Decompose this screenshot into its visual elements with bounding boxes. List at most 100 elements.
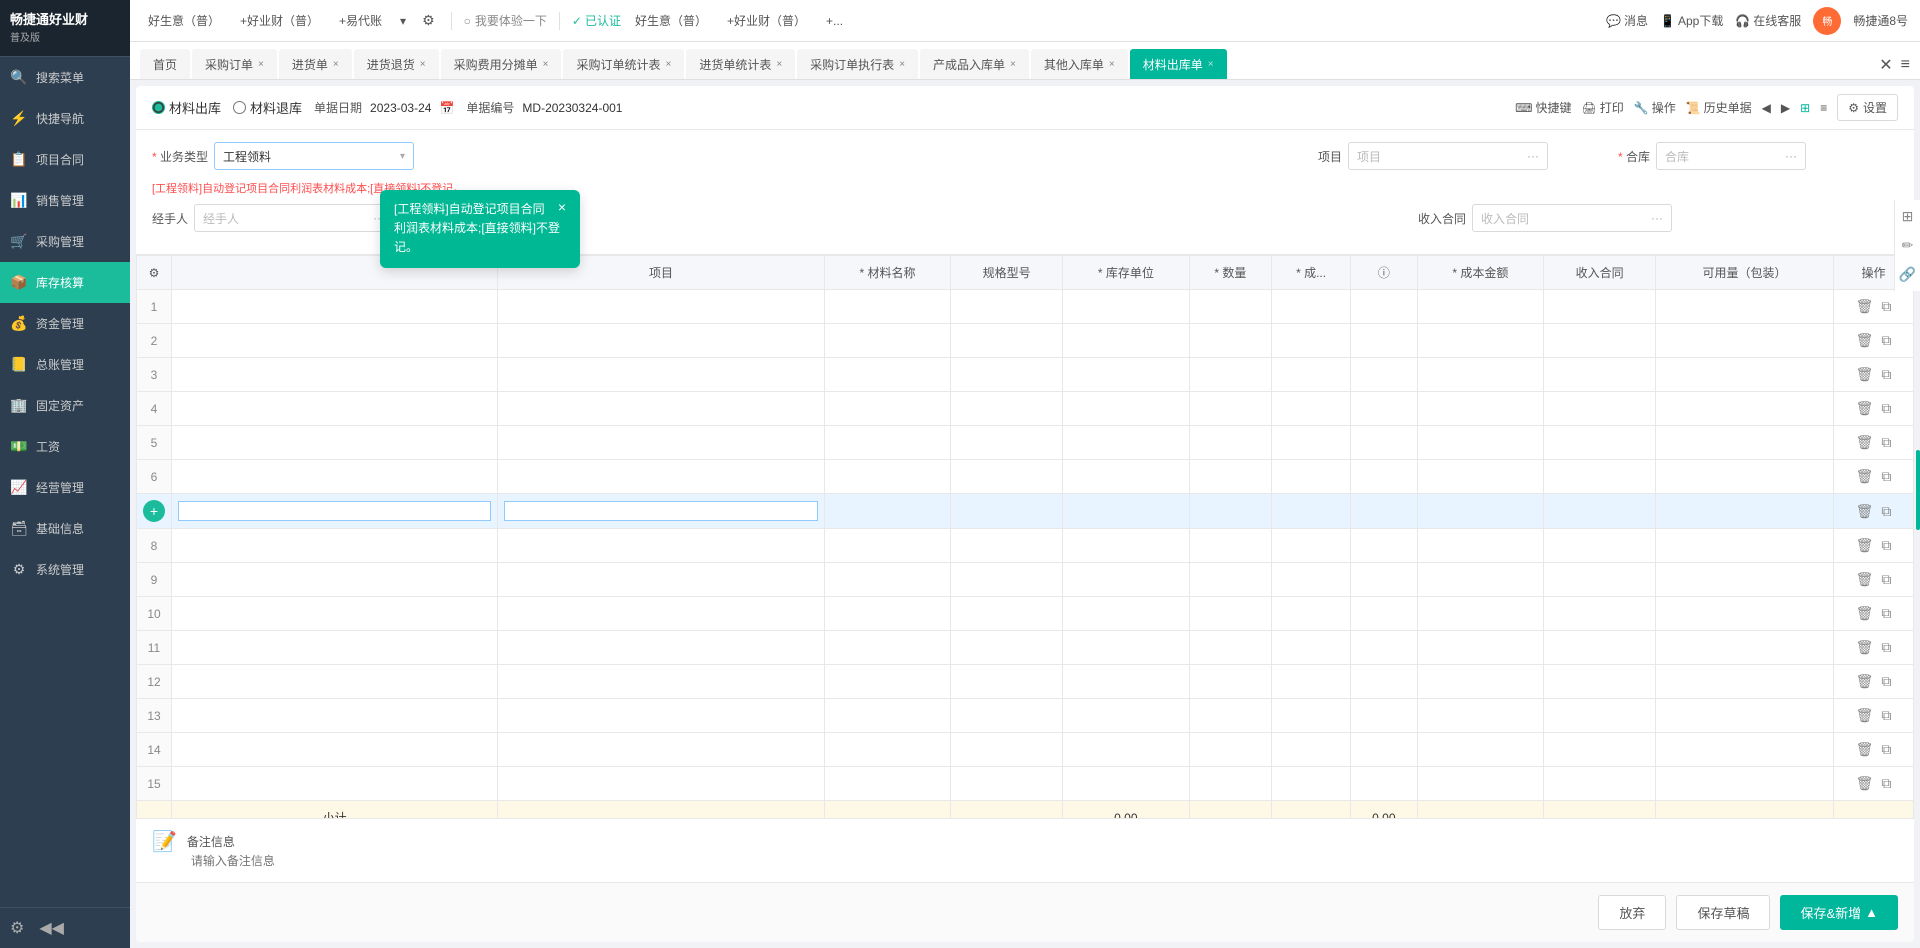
close-icon[interactable]: × xyxy=(543,59,549,70)
topbar-nav-haoshengyi[interactable]: 好生意（普） xyxy=(142,8,226,33)
save-new-button[interactable]: 保存&新增 ▲ xyxy=(1780,895,1898,930)
delete-row-button[interactable]: 🗑 xyxy=(1854,432,1876,453)
delete-row-button[interactable]: 🗑 xyxy=(1854,637,1876,658)
close-all-icon[interactable]: ✕ xyxy=(1879,55,1892,75)
delete-row-button[interactable]: 🗑 xyxy=(1854,296,1876,317)
username[interactable]: 畅捷通8号 xyxy=(1853,12,1908,29)
tab-purchase-in[interactable]: 进货单× xyxy=(279,49,352,79)
row-input[interactable] xyxy=(504,501,817,521)
radio-material-return[interactable]: 材料退库 xyxy=(233,98,302,117)
copy-row-button[interactable]: ⧉ xyxy=(1879,739,1893,760)
sidebar-item-assets[interactable]: 🏢 固定资产 xyxy=(0,385,130,426)
delete-row-button[interactable]: 🗑 xyxy=(1854,501,1876,522)
topbar-nav-more[interactable]: ▾ xyxy=(396,10,410,32)
right-panel-icon1[interactable]: ⊞ xyxy=(1902,208,1914,225)
sidebar-item-search[interactable]: 🔍 搜索菜单 xyxy=(0,57,130,98)
copy-row-button[interactable]: ⧉ xyxy=(1879,296,1893,317)
copy-row-button[interactable]: ⧉ xyxy=(1879,535,1893,556)
calendar-icon[interactable]: 📅 xyxy=(439,101,454,115)
print-button[interactable]: 🖨 打印 xyxy=(1581,99,1623,116)
handler-select[interactable]: 经手人 ··· xyxy=(194,204,394,232)
delete-row-button[interactable]: 🗑 xyxy=(1854,535,1876,556)
tab-purchase-fee[interactable]: 采购费用分摊单× xyxy=(441,49,562,79)
sidebar-item-payroll[interactable]: 💵 工资 xyxy=(0,426,130,467)
close-icon[interactable]: × xyxy=(1010,59,1016,70)
sidebar-item-sales[interactable]: 📊 销售管理 xyxy=(0,180,130,221)
copy-row-button[interactable]: ⧉ xyxy=(1879,671,1893,692)
sidebar-item-accounting[interactable]: 📒 总账管理 xyxy=(0,344,130,385)
online-service-button[interactable]: 🎧 在线客服 xyxy=(1735,12,1801,29)
tab-purchase-order[interactable]: 采购订单× xyxy=(192,49,277,79)
copy-row-button[interactable]: ⧉ xyxy=(1879,364,1893,385)
user-avatar[interactable]: 畅 xyxy=(1813,7,1841,35)
sidebar-item-purchase[interactable]: 🛒 采购管理 xyxy=(0,221,130,262)
copy-row-button[interactable]: ⧉ xyxy=(1879,432,1893,453)
tab-other-in[interactable]: 其他入库单× xyxy=(1031,49,1128,79)
tooltip-close-button[interactable]: × xyxy=(558,200,566,214)
close-icon[interactable]: × xyxy=(333,59,339,70)
copy-row-button[interactable]: ⧉ xyxy=(1879,603,1893,624)
project-select[interactable]: 项目 ··· xyxy=(1348,142,1548,170)
bill-no-value[interactable]: MD-20230324-001 xyxy=(522,101,622,115)
copy-row-button[interactable]: ⧉ xyxy=(1879,398,1893,419)
topbar-nav-yidaizhang[interactable]: +易代账 xyxy=(333,8,388,33)
close-icon[interactable]: × xyxy=(420,59,426,70)
message-button[interactable]: 💬 消息 xyxy=(1606,12,1648,29)
close-icon[interactable]: × xyxy=(1208,59,1214,70)
delete-row-button[interactable]: 🗑 xyxy=(1854,364,1876,385)
tab-purchase-return[interactable]: 进货退货× xyxy=(354,49,439,79)
tab-purchase-stats[interactable]: 采购订单统计表× xyxy=(563,49,684,79)
warehouse-select[interactable]: 合库 ··· xyxy=(1656,142,1806,170)
copy-row-button[interactable]: ⧉ xyxy=(1879,705,1893,726)
close-icon[interactable]: × xyxy=(665,59,671,70)
tab-product-in[interactable]: 产成品入库单× xyxy=(920,49,1029,79)
close-icon[interactable]: × xyxy=(776,59,782,70)
shortcut-key-button[interactable]: ⌨ 快捷键 xyxy=(1515,99,1571,116)
tab-material-out[interactable]: 材料出库单× xyxy=(1130,49,1227,79)
right-panel-icon3[interactable]: 🔗 xyxy=(1899,266,1916,283)
settings-icon[interactable]: ⚙ xyxy=(418,8,439,33)
close-icon[interactable]: × xyxy=(258,59,264,70)
trial-button[interactable]: ○ 我要体验一下 xyxy=(464,12,547,29)
topbar-nav-haoyecai2[interactable]: +好业财（普） xyxy=(721,8,812,33)
col-gear-header[interactable]: ⚙ xyxy=(137,256,172,290)
nav-prev-icon[interactable]: ◀ xyxy=(1762,101,1771,115)
copy-row-button[interactable]: ⧉ xyxy=(1879,501,1893,522)
income-contract-select[interactable]: 收入合同 ··· xyxy=(1472,204,1672,232)
save-draft-button[interactable]: 保存草稿 xyxy=(1676,895,1770,930)
delete-row-button[interactable]: 🗑 xyxy=(1854,569,1876,590)
business-type-select[interactable]: 工程领料 ▾ xyxy=(214,142,414,170)
remarks-input[interactable] xyxy=(187,850,350,872)
sidebar-item-project[interactable]: 📋 项目合同 xyxy=(0,139,130,180)
sidebar-item-operations[interactable]: 📈 经营管理 xyxy=(0,467,130,508)
topbar-nav-more2[interactable]: +... xyxy=(820,10,849,32)
tab-purchase-exec[interactable]: 采购订单执行表× xyxy=(797,49,918,79)
close-icon[interactable]: × xyxy=(899,59,905,70)
settings-icon[interactable]: ⚙ xyxy=(10,918,24,938)
right-panel-icon2[interactable]: ✏ xyxy=(1902,237,1914,254)
app-download-button[interactable]: 📱 App下载 xyxy=(1660,12,1723,29)
copy-row-button[interactable]: ⧉ xyxy=(1879,773,1893,794)
settings-button[interactable]: ⚙ 设置 xyxy=(1837,94,1898,121)
sidebar-item-basic[interactable]: 🗃 基础信息 xyxy=(0,508,130,549)
delete-row-button[interactable]: 🗑 xyxy=(1854,739,1876,760)
copy-row-button[interactable]: ⧉ xyxy=(1879,637,1893,658)
more-tabs-icon[interactable]: ≡ xyxy=(1901,56,1910,74)
tab-home[interactable]: 首页 xyxy=(140,49,190,79)
sidebar-item-finance[interactable]: 💰 资金管理 xyxy=(0,303,130,344)
discard-button[interactable]: 放弃 xyxy=(1598,895,1666,930)
collapse-icon[interactable]: ◀◀ xyxy=(39,918,64,938)
operation-button[interactable]: 🔧 操作 xyxy=(1634,99,1676,116)
topbar-nav-haoyecai[interactable]: +好业财（普） xyxy=(234,8,325,33)
copy-row-button[interactable]: ⧉ xyxy=(1879,569,1893,590)
topbar-nav-haoshengyi2[interactable]: 好生意（普） xyxy=(629,8,713,33)
row-input[interactable] xyxy=(178,501,491,521)
close-icon[interactable]: × xyxy=(1109,59,1115,70)
tab-in-stats[interactable]: 进货单统计表× xyxy=(686,49,795,79)
delete-row-button[interactable]: 🗑 xyxy=(1854,773,1876,794)
delete-row-button[interactable]: 🗑 xyxy=(1854,603,1876,624)
copy-row-button[interactable]: ⧉ xyxy=(1879,466,1893,487)
radio-material-out[interactable]: 材料出库 xyxy=(152,98,221,117)
bill-date-value[interactable]: 2023-03-24 xyxy=(370,101,431,115)
sidebar-item-system[interactable]: ⚙ 系统管理 xyxy=(0,549,130,590)
